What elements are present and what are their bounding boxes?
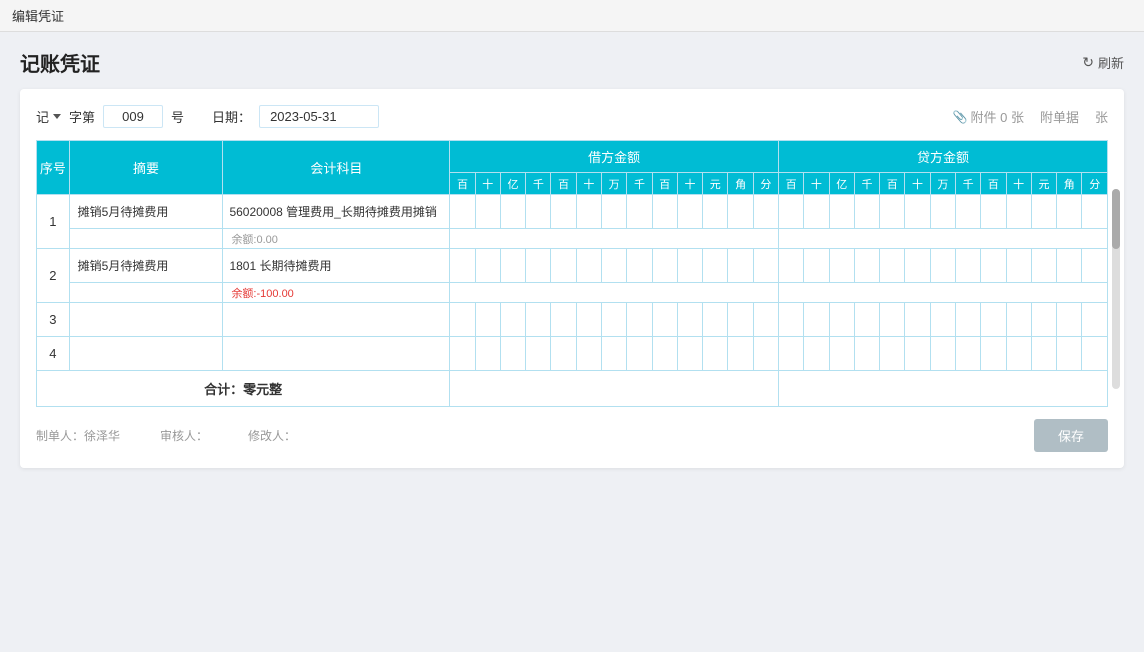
- modifier-label: 修改人：: [248, 427, 296, 444]
- sub-d-2: 十: [475, 173, 500, 195]
- sub-c-3: 亿: [829, 173, 854, 195]
- refresh-button[interactable]: ↻ 刷新: [1082, 53, 1124, 72]
- ji-label: 记: [36, 107, 49, 126]
- total-row: 合计：零元整: [37, 371, 1108, 407]
- sub-c-7: 万: [930, 173, 955, 195]
- zi-di-label: 字第: [69, 107, 95, 126]
- seq-2: 2: [37, 249, 70, 303]
- balance-row-1: 余额:0.00: [37, 229, 1108, 249]
- balance-1: 余额:0.00: [231, 234, 277, 246]
- seq-3: 3: [37, 303, 70, 337]
- table-row: 4: [37, 337, 1108, 371]
- voucher-table: 序号 摘要 会计科目 借方金额 贷方金额 百 十 亿 千 百 十 万: [36, 140, 1108, 407]
- zhang-label: 张: [1095, 107, 1108, 126]
- sub-d-6: 十: [576, 173, 601, 195]
- sub-c-8: 千: [955, 173, 980, 195]
- summary-2[interactable]: 摊销5月待摊费用: [69, 249, 223, 283]
- maker-value: 徐泽华: [84, 429, 120, 443]
- sub-d-3: 亿: [500, 173, 525, 195]
- balance-row-2: 余额:-100.00: [37, 283, 1108, 303]
- page-title: 记账凭证: [20, 48, 100, 77]
- sub-d-12: 角: [728, 173, 753, 195]
- sub-c-2: 十: [804, 173, 829, 195]
- sub-c-6: 十: [905, 173, 930, 195]
- ji-select[interactable]: 记: [36, 107, 61, 126]
- sub-d-13: 分: [753, 173, 778, 195]
- account-4[interactable]: [223, 337, 450, 371]
- refresh-icon: ↻: [1082, 54, 1094, 71]
- seq-4: 4: [37, 337, 70, 371]
- sub-d-5: 百: [551, 173, 576, 195]
- sub-c-11: 元: [1031, 173, 1056, 195]
- total-label-text: 合计：: [204, 382, 243, 397]
- clip-icon: 📎: [953, 110, 968, 124]
- seq-1: 1: [37, 195, 70, 249]
- attachment-label: 附件 0 张: [971, 107, 1024, 126]
- col-header-debit: 借方金额: [450, 141, 779, 173]
- col-header-summary: 摘要: [69, 141, 223, 195]
- summary-1[interactable]: 摊销5月待摊费用: [69, 195, 223, 229]
- col-header-seq: 序号: [37, 141, 70, 195]
- title-bar: 编辑凭证: [0, 0, 1144, 32]
- sub-d-1: 百: [450, 173, 475, 195]
- balance-2: 余额:-100.00: [231, 288, 293, 300]
- sub-d-4: 千: [526, 173, 551, 195]
- ji-chevron-icon: [53, 114, 61, 119]
- title-bar-label: 编辑凭证: [12, 6, 64, 25]
- sub-d-9: 百: [652, 173, 677, 195]
- zi-di-input[interactable]: [103, 105, 163, 128]
- date-label: 日期：: [212, 107, 251, 126]
- attach-sheet-label: 附单据: [1040, 107, 1079, 126]
- sub-c-10: 十: [1006, 173, 1031, 195]
- sub-c-4: 千: [854, 173, 879, 195]
- save-button[interactable]: 保存: [1034, 419, 1108, 452]
- sub-d-10: 十: [677, 173, 702, 195]
- table-row: 2 摊销5月待摊费用 1801 长期待摊费用: [37, 249, 1108, 283]
- sub-d-8: 千: [627, 173, 652, 195]
- refresh-label: 刷新: [1098, 53, 1124, 72]
- date-input[interactable]: [259, 105, 379, 128]
- col-header-credit: 贷方金额: [779, 141, 1108, 173]
- col-header-account: 会计科目: [223, 141, 450, 195]
- sub-d-11: 元: [703, 173, 728, 195]
- auditor-label: 审核人：: [160, 427, 208, 444]
- hao-label: 号: [171, 107, 184, 126]
- scrollbar-thumb[interactable]: [1112, 189, 1120, 249]
- scrollbar[interactable]: [1112, 189, 1120, 389]
- footer-row: 制单人：徐泽华 审核人： 修改人： 保存: [36, 419, 1108, 452]
- maker-label: 制单人：徐泽华: [36, 427, 120, 444]
- account-3[interactable]: [223, 303, 450, 337]
- total-label: 合计：零元整: [37, 371, 450, 407]
- sub-c-9: 百: [981, 173, 1006, 195]
- sub-c-13: 分: [1082, 173, 1108, 195]
- summary-3[interactable]: [69, 303, 223, 337]
- summary-4[interactable]: [69, 337, 223, 371]
- table-row: 3: [37, 303, 1108, 337]
- total-value: 零元整: [243, 382, 282, 397]
- account-2[interactable]: 1801 长期待摊费用: [223, 249, 450, 283]
- sub-c-12: 角: [1057, 173, 1082, 195]
- sub-c-5: 百: [880, 173, 905, 195]
- account-1[interactable]: 56020008 管理费用_长期待摊费用摊销: [223, 195, 450, 229]
- sub-c-1: 百: [779, 173, 804, 195]
- sub-d-7: 万: [602, 173, 627, 195]
- attachment-link[interactable]: 📎 附件 0 张: [953, 107, 1024, 126]
- table-row: 1 摊销5月待摊费用 56020008 管理费用_长期待摊费用摊销: [37, 195, 1108, 229]
